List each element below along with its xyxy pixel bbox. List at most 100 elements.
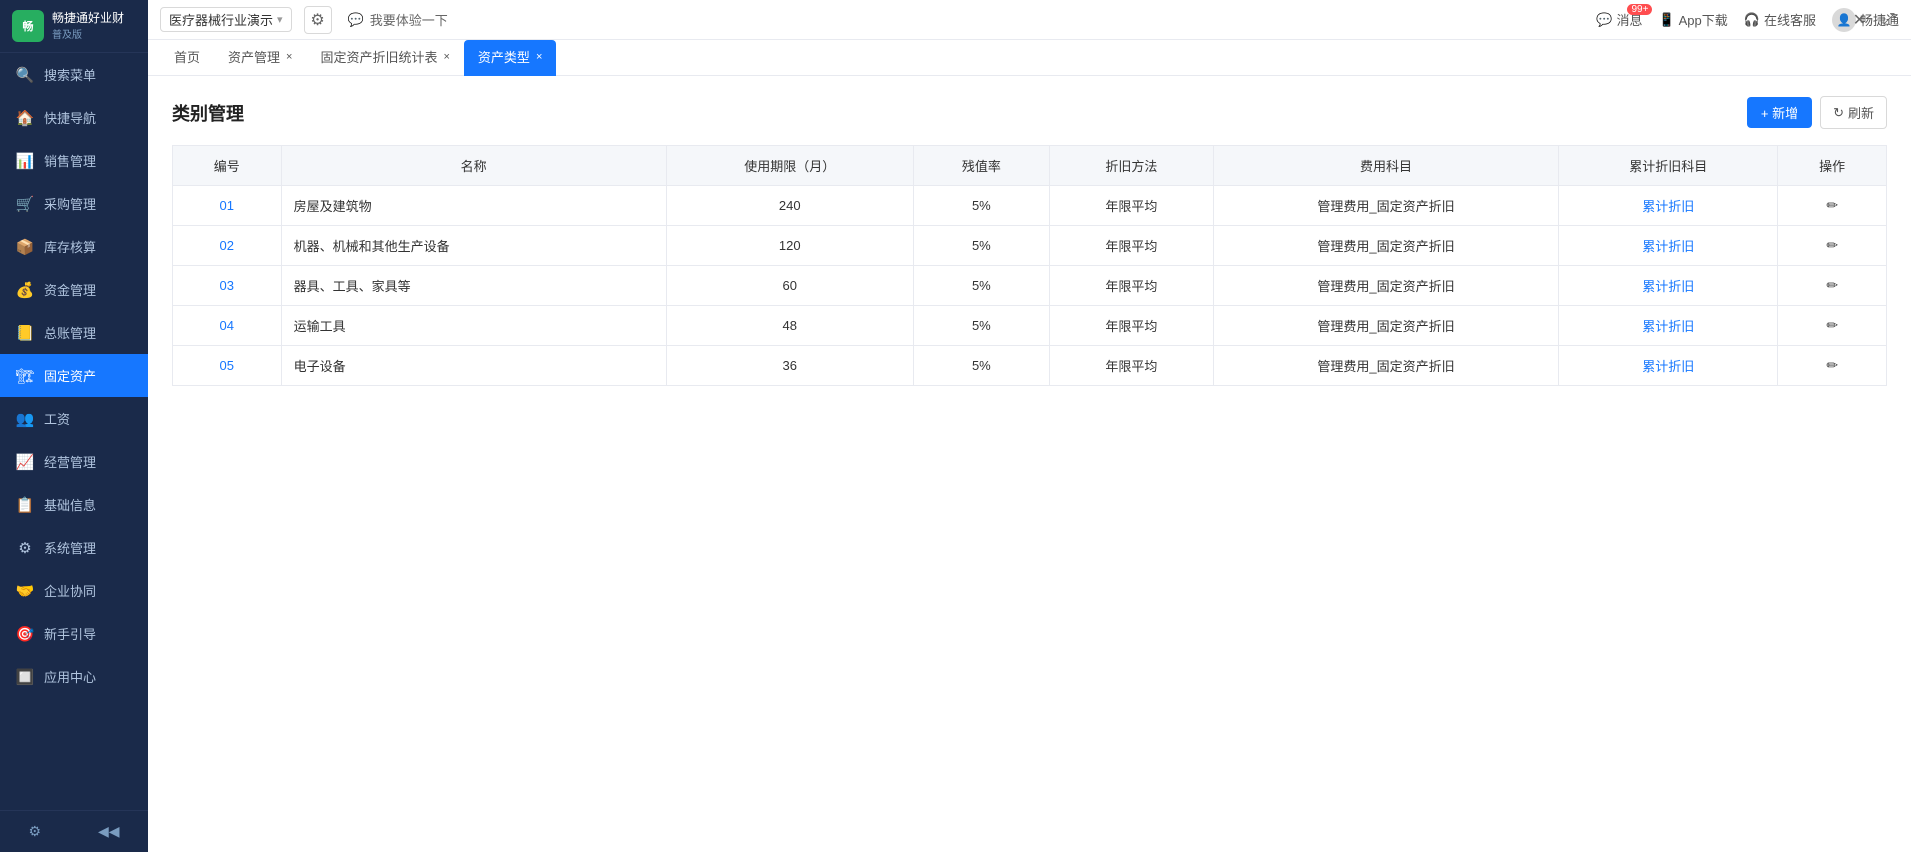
sidebar-item-enterprise[interactable]: 🤝 企业协同 — [0, 569, 148, 612]
sidebar-item-label: 固定资产 — [44, 366, 96, 385]
cell-action[interactable]: ✏ — [1778, 266, 1887, 306]
sidebar-item-ledger[interactable]: 📒 总账管理 — [0, 311, 148, 354]
cell-accum: 累计折旧 — [1559, 186, 1778, 226]
sidebar-item-label: 基础信息 — [44, 495, 96, 514]
cell-id: 03 — [173, 266, 282, 306]
cell-period: 36 — [666, 346, 913, 386]
capital-icon: 💰 — [16, 281, 34, 299]
sidebar-item-label: 快捷导航 — [44, 108, 96, 127]
table-row: 01 房屋及建筑物 240 5% 年限平均 管理费用_固定资产折旧 累计折旧 ✏ — [173, 186, 1887, 226]
service-icon: 🎧 — [1744, 12, 1760, 28]
sidebar-item-system[interactable]: ⚙ 系统管理 — [0, 526, 148, 569]
service-btn[interactable]: 🎧 在线客服 — [1744, 10, 1816, 29]
sidebar-item-purchase[interactable]: 🛒 采购管理 — [0, 182, 148, 225]
cell-action[interactable]: ✏ — [1778, 186, 1887, 226]
tab-close-icon[interactable]: × — [536, 51, 542, 63]
sidebar-item-capital[interactable]: 💰 资金管理 — [0, 268, 148, 311]
table-row: 02 机器、机械和其他生产设备 120 5% 年限平均 管理费用_固定资产折旧 … — [173, 226, 1887, 266]
cell-name: 电子设备 — [281, 346, 666, 386]
tab-asset-type[interactable]: 资产类型× — [464, 40, 556, 76]
column-header: 折旧方法 — [1049, 146, 1213, 186]
system-icon: ⚙ — [16, 539, 34, 557]
cell-action[interactable]: ✏ — [1778, 226, 1887, 266]
app-download-btn[interactable]: 📱 App下载 — [1658, 10, 1727, 29]
category-table: 编号名称使用期限（月）残值率折旧方法费用科目累计折旧科目操作 01 房屋及建筑物… — [172, 145, 1887, 386]
sidebar-item-label: 企业协同 — [44, 581, 96, 600]
sidebar-item-fixed-assets[interactable]: 🏗 固定资产 — [0, 354, 148, 397]
sidebar-item-guide[interactable]: 🎯 新手引导 — [0, 612, 148, 655]
column-header: 残值率 — [913, 146, 1049, 186]
sidebar-item-payroll[interactable]: 👥 工资 — [0, 397, 148, 440]
topbar: 医疗器械行业演示 ▾ ⚙ 💬 我要体验一下 💬 消息 99+ 📱 App下载 🎧… — [148, 0, 1911, 40]
sidebar-item-appstore[interactable]: 🔲 应用中心 — [0, 655, 148, 698]
enterprise-icon: 🤝 — [16, 582, 34, 600]
main-content: 医疗器械行业演示 ▾ ⚙ 💬 我要体验一下 💬 消息 99+ 📱 App下载 🎧… — [148, 0, 1911, 852]
sidebar-item-label: 库存核算 — [44, 237, 96, 256]
cell-name: 运输工具 — [281, 306, 666, 346]
sidebar-item-inventory[interactable]: 📦 库存核算 — [0, 225, 148, 268]
sidebar-item-label: 应用中心 — [44, 667, 96, 686]
sidebar-item-label: 新手引导 — [44, 624, 96, 643]
tab-label: 首页 — [174, 47, 200, 66]
chevron-down-icon: ▾ — [277, 13, 283, 26]
experience-label: 我要体验一下 — [370, 10, 448, 29]
cell-period: 60 — [666, 266, 913, 306]
experience-btn[interactable]: 💬 我要体验一下 — [348, 10, 448, 29]
sidebar-item-label: 资金管理 — [44, 280, 96, 299]
tab-close-icon[interactable]: × — [443, 51, 449, 63]
new-button[interactable]: + 新增 — [1747, 97, 1812, 128]
sidebar-settings-btn[interactable]: ⚙ — [20, 819, 49, 844]
message-btn[interactable]: 💬 消息 99+ — [1596, 10, 1642, 29]
sidebar-item-search[interactable]: 🔍 搜索菜单 — [0, 53, 148, 96]
column-header: 累计折旧科目 — [1559, 146, 1778, 186]
company-selector[interactable]: 医疗器械行业演示 ▾ — [160, 7, 292, 32]
cell-accum: 累计折旧 — [1559, 346, 1778, 386]
message-badge: 99+ — [1627, 4, 1652, 15]
cell-residual: 5% — [913, 346, 1049, 386]
sidebar-item-quicknav[interactable]: 🏠 快捷导航 — [0, 96, 148, 139]
close-panel-icon[interactable]: ✕ — [1849, 8, 1870, 32]
inventory-icon: 📦 — [16, 238, 34, 256]
sidebar-item-label: 系统管理 — [44, 538, 96, 557]
cell-expense: 管理费用_固定资产折旧 — [1213, 306, 1558, 346]
sidebar-scroll: 🔍 搜索菜单 🏠 快捷导航 📊 销售管理 🛒 采购管理 📦 库存核算 💰 资金管… — [0, 53, 148, 810]
app-download-label: App下载 — [1679, 10, 1728, 29]
tab-label: 固定资产折旧统计表 — [320, 47, 437, 66]
refresh-icon: ↻ — [1833, 105, 1844, 121]
cell-method: 年限平均 — [1049, 226, 1213, 266]
tab-home[interactable]: 首页 — [160, 40, 214, 76]
tab-depreciation-table[interactable]: 固定资产折旧统计表 × — [306, 40, 463, 76]
cell-expense: 管理费用_固定资产折旧 — [1213, 226, 1558, 266]
cell-name: 房屋及建筑物 — [281, 186, 666, 226]
column-header: 使用期限（月） — [666, 146, 913, 186]
sidebar-item-basic-info[interactable]: 📋 基础信息 — [0, 483, 148, 526]
refresh-button[interactable]: ↻ 刷新 — [1820, 96, 1887, 129]
sidebar-item-label: 销售管理 — [44, 151, 96, 170]
experience-icon: 💬 — [348, 12, 364, 28]
cell-residual: 5% — [913, 306, 1049, 346]
cell-method: 年限平均 — [1049, 186, 1213, 226]
sidebar-item-operations[interactable]: 📈 经营管理 — [0, 440, 148, 483]
tab-close-icon[interactable]: × — [286, 51, 292, 63]
tab-asset-mgmt[interactable]: 资产管理× — [214, 40, 306, 76]
page-title: 类别管理 — [172, 100, 244, 126]
cell-accum: 累计折旧 — [1559, 306, 1778, 346]
sidebar-logo: 畅 畅捷通好业财 普及版 — [0, 0, 148, 53]
cell-method: 年限平均 — [1049, 346, 1213, 386]
operations-icon: 📈 — [16, 453, 34, 471]
window-controls: ✕ ⤢ — [1849, 8, 1899, 32]
cell-name: 机器、机械和其他生产设备 — [281, 226, 666, 266]
settings-btn[interactable]: ⚙ — [304, 6, 332, 34]
expand-icon[interactable]: ⤢ — [1878, 9, 1899, 31]
message-icon: 💬 — [1596, 12, 1612, 28]
service-label: 在线客服 — [1764, 10, 1816, 29]
cell-expense: 管理费用_固定资产折旧 — [1213, 266, 1558, 306]
sidebar-item-sales[interactable]: 📊 销售管理 — [0, 139, 148, 182]
sidebar: 畅 畅捷通好业财 普及版 🔍 搜索菜单 🏠 快捷导航 📊 销售管理 🛒 采购管理… — [0, 0, 148, 852]
sidebar-item-label: 搜索菜单 — [44, 65, 96, 84]
sidebar-collapse-btn[interactable]: ◀◀ — [90, 819, 128, 844]
cell-action[interactable]: ✏ — [1778, 306, 1887, 346]
app-name: 畅捷通好业财 — [52, 11, 124, 27]
cell-action[interactable]: ✏ — [1778, 346, 1887, 386]
cell-residual: 5% — [913, 226, 1049, 266]
